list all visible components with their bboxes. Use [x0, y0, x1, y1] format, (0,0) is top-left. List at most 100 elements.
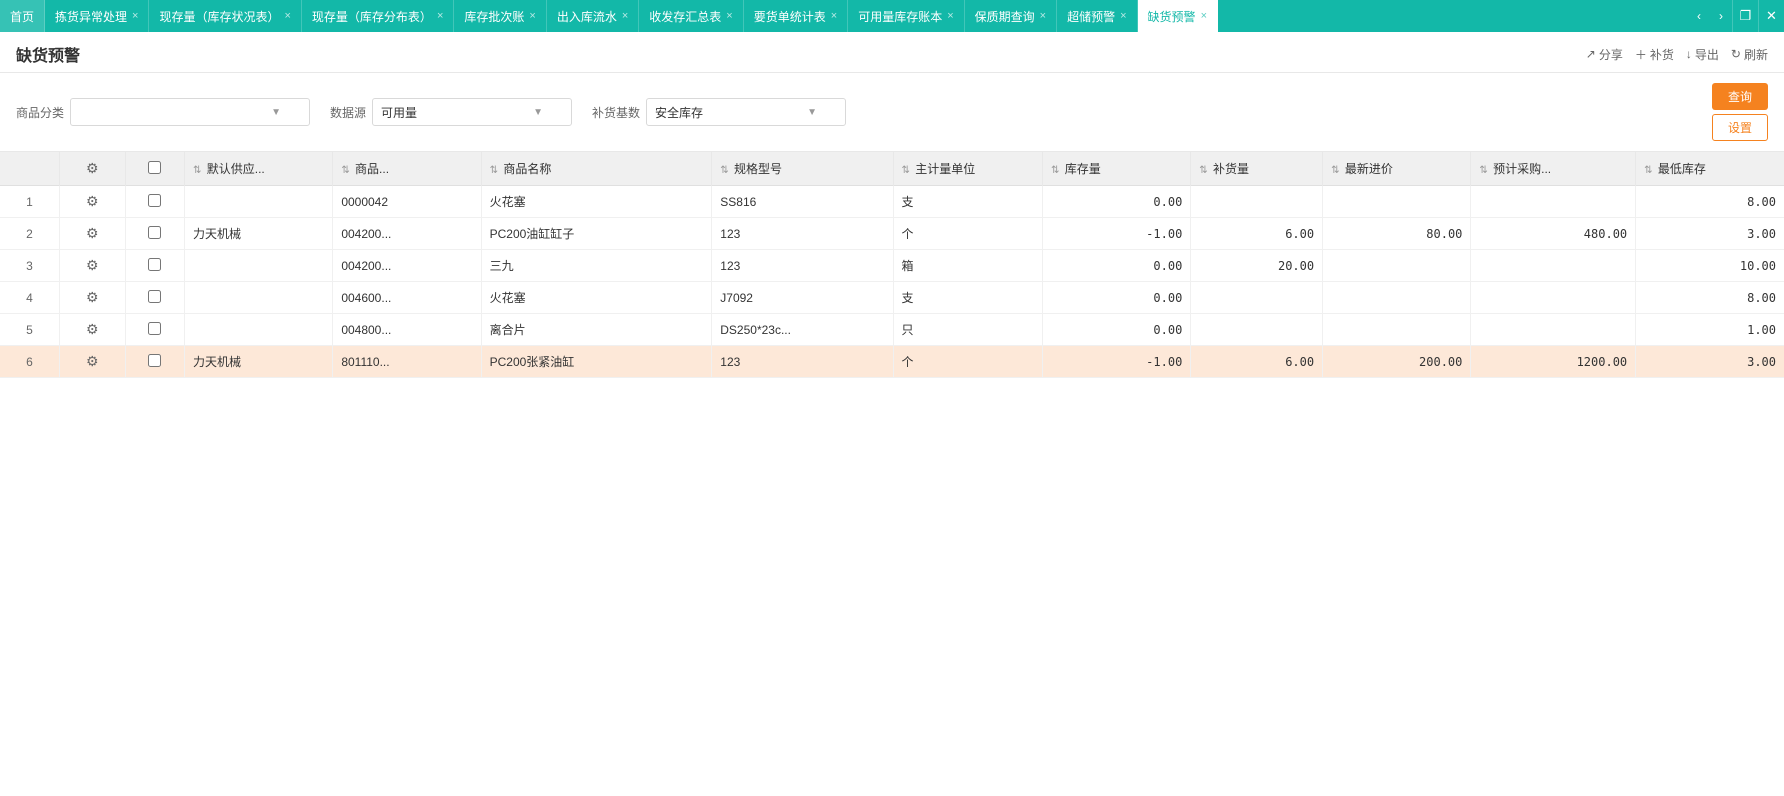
row-number: 3 — [0, 250, 59, 282]
table-row: 3 ⚙ 004200... 三九 123 箱 0.00 20.00 10.00 — [0, 250, 1784, 282]
datasource-dropdown-icon: ▼ — [533, 107, 543, 118]
replenish-button[interactable]: ＋ 补货 — [1635, 46, 1674, 63]
tab-nav-buttons: ‹ › ❐ ✕ — [1688, 0, 1784, 32]
row-min-stock: 3.00 — [1636, 346, 1784, 378]
col-replenish-qty[interactable]: ⇅ 补货量 — [1191, 152, 1323, 186]
tab-close-exception[interactable]: × — [132, 10, 138, 22]
tab-inventory-status[interactable]: 现存量（库存状况表） × — [149, 0, 301, 32]
row-gear-cell: ⚙ — [59, 186, 125, 218]
datasource-select[interactable]: 可用量 ▼ — [372, 98, 572, 126]
tab-close-inventory-status[interactable]: × — [284, 10, 290, 22]
row-replenish-qty — [1191, 314, 1323, 346]
row-checkbox-5[interactable] — [148, 354, 161, 367]
tab-shortage-warning[interactable]: 缺货预警 × — [1138, 0, 1218, 32]
replenish-basis-select[interactable]: 安全库存 ▼ — [646, 98, 846, 126]
tab-close-available-ledger[interactable]: × — [947, 10, 953, 22]
tab-close-expiry-query[interactable]: × — [1040, 10, 1046, 22]
tab-home[interactable]: 首页 — [0, 0, 45, 32]
row-checkbox-0[interactable] — [148, 194, 161, 207]
col-checkbox — [125, 152, 184, 186]
tab-scroll-right[interactable]: › — [1710, 0, 1732, 32]
col-estimated-purchase[interactable]: ⇅ 预计采购... — [1471, 152, 1636, 186]
row-product-code: 801110... — [333, 346, 481, 378]
tab-close-receive-summary[interactable]: × — [726, 10, 732, 22]
tab-window-close[interactable]: ✕ — [1758, 0, 1784, 32]
row-product-code: 004200... — [333, 250, 481, 282]
category-select[interactable]: ▼ — [70, 98, 310, 126]
row-latest-price: 80.00 — [1323, 218, 1471, 250]
row-product-code: 004600... — [333, 282, 481, 314]
row-latest-price — [1323, 250, 1471, 282]
tab-inout-flow[interactable]: 出入库流水 × — [547, 0, 639, 32]
row-spec: J7092 — [712, 282, 893, 314]
row-supplier — [185, 186, 333, 218]
datasource-filter-group: 数据源 可用量 ▼ — [330, 98, 572, 126]
row-checkbox-4[interactable] — [148, 322, 161, 335]
row-estimated-purchase — [1471, 250, 1636, 282]
col-latest-price[interactable]: ⇅ 最新进价 — [1323, 152, 1471, 186]
tab-available-ledger[interactable]: 可用量库存账本 × — [848, 0, 964, 32]
table-row: 2 ⚙ 力天机械 004200... PC200油缸缸子 123 个 -1.00… — [0, 218, 1784, 250]
select-all-checkbox[interactable] — [148, 161, 161, 174]
refresh-icon: ↻ — [1731, 47, 1741, 61]
settings-button[interactable]: 设置 — [1712, 114, 1768, 141]
row-checkbox-2[interactable] — [148, 258, 161, 271]
tab-close-batch-account[interactable]: × — [529, 10, 535, 22]
row-checkbox-3[interactable] — [148, 290, 161, 303]
tab-scroll-left[interactable]: ‹ — [1688, 0, 1710, 32]
table-row: 1 ⚙ 0000042 火花塞 SS816 支 0.00 8.00 — [0, 186, 1784, 218]
share-button[interactable]: ↗ 分享 — [1586, 46, 1623, 63]
refresh-button[interactable]: ↻ 刷新 — [1731, 46, 1768, 63]
sort-icon-price: ⇅ — [1331, 165, 1339, 176]
page-container: 缺货预警 ↗ 分享 ＋ 补货 ↓ 导出 ↻ 刷新 商品分类 — [0, 32, 1784, 796]
row-spec: SS816 — [712, 186, 893, 218]
row-replenish-qty — [1191, 282, 1323, 314]
category-filter-group: 商品分类 ▼ — [16, 98, 310, 126]
tab-overstock-warning[interactable]: 超储预警 × — [1057, 0, 1137, 32]
replenish-icon: ＋ — [1635, 46, 1647, 63]
row-unit: 只 — [893, 314, 1043, 346]
row-estimated-purchase — [1471, 186, 1636, 218]
row-gear-cell: ⚙ — [59, 250, 125, 282]
sort-icon-stock: ⇅ — [1051, 165, 1059, 176]
tab-close-overstock-warning[interactable]: × — [1120, 10, 1126, 22]
row-gear-cell: ⚙ — [59, 314, 125, 346]
tab-inventory-dist[interactable]: 现存量（库存分布表） × — [302, 0, 454, 32]
row-unit: 支 — [893, 282, 1043, 314]
tab-expiry-query[interactable]: 保质期查询 × — [965, 0, 1057, 32]
query-button[interactable]: 查询 — [1712, 83, 1768, 110]
tab-batch-account[interactable]: 库存批次账 × — [454, 0, 546, 32]
tab-demand-stat[interactable]: 要货单统计表 × — [744, 0, 848, 32]
col-stock[interactable]: ⇅ 库存量 — [1043, 152, 1191, 186]
gear-settings-icon[interactable]: ⚙ — [68, 160, 117, 177]
col-default-supplier[interactable]: ⇅ 默认供应... — [185, 152, 333, 186]
row-checkbox-1[interactable] — [148, 226, 161, 239]
table-row: 5 ⚙ 004800... 离合片 DS250*23c... 只 0.00 1.… — [0, 314, 1784, 346]
sort-icon-name: ⇅ — [490, 165, 498, 176]
tab-receive-summary[interactable]: 收发存汇总表 × — [639, 0, 743, 32]
row-checkbox-cell — [125, 346, 184, 378]
col-product-code[interactable]: ⇅ 商品... — [333, 152, 481, 186]
col-unit[interactable]: ⇅ 主计量单位 — [893, 152, 1043, 186]
tab-exception[interactable]: 拣货异常处理 × — [45, 0, 149, 32]
tab-close-shortage-warning[interactable]: × — [1201, 10, 1207, 22]
row-product-name: PC200张紧油缸 — [481, 346, 712, 378]
tab-window-restore[interactable]: ❐ — [1732, 0, 1758, 32]
col-spec[interactable]: ⇅ 规格型号 — [712, 152, 893, 186]
col-product-name[interactable]: ⇅ 商品名称 — [481, 152, 712, 186]
row-supplier — [185, 282, 333, 314]
export-button[interactable]: ↓ 导出 — [1686, 46, 1719, 63]
col-min-stock[interactable]: ⇅ 最低库存 — [1636, 152, 1784, 186]
row-stock: 0.00 — [1043, 314, 1191, 346]
row-stock: 0.00 — [1043, 250, 1191, 282]
row-gear-cell: ⚙ — [59, 282, 125, 314]
row-gear-cell: ⚙ — [59, 218, 125, 250]
row-spec: DS250*23c... — [712, 314, 893, 346]
replenish-basis-value: 安全库存 — [655, 104, 703, 121]
row-product-name: 火花塞 — [481, 186, 712, 218]
tab-close-inventory-dist[interactable]: × — [437, 10, 443, 22]
tab-close-inout-flow[interactable]: × — [622, 10, 628, 22]
row-min-stock: 8.00 — [1636, 186, 1784, 218]
row-latest-price — [1323, 314, 1471, 346]
tab-close-demand-stat[interactable]: × — [831, 10, 837, 22]
